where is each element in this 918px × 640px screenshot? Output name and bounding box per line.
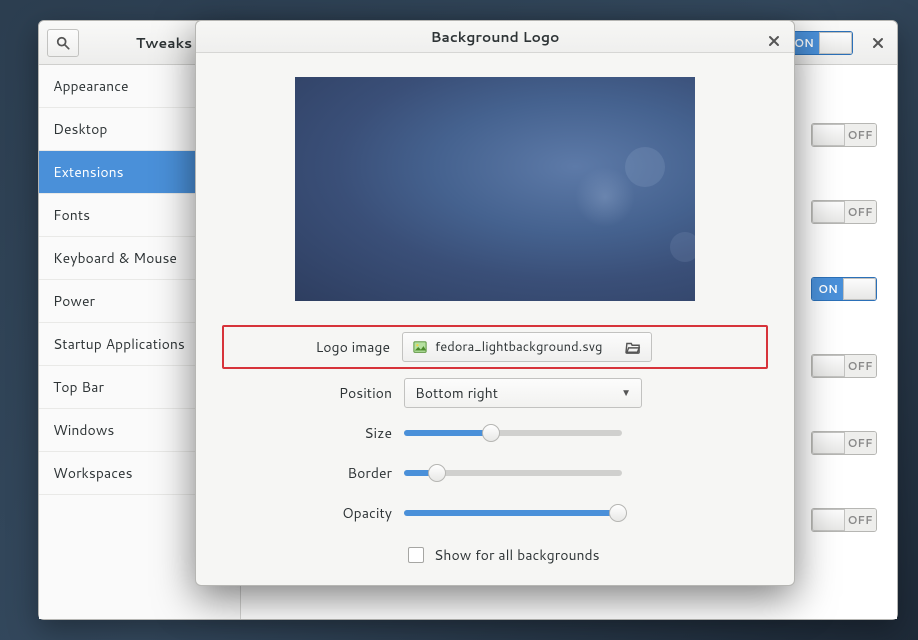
extension-row: [811, 277, 877, 301]
show-all-checkbox[interactable]: [408, 547, 424, 563]
extension-toggle[interactable]: [811, 508, 877, 532]
header-toggle[interactable]: [787, 31, 853, 55]
slider-thumb[interactable]: [482, 424, 500, 442]
extension-row: [811, 200, 877, 224]
opacity-label: Opacity: [222, 503, 392, 523]
size-slider[interactable]: [404, 430, 622, 436]
tweaks-close-button[interactable]: [867, 32, 889, 54]
extension-toggle[interactable]: [811, 200, 877, 224]
wallpaper-preview: [295, 77, 695, 301]
chevron-down-icon: ▼: [621, 386, 631, 400]
extension-toggle[interactable]: [811, 431, 877, 455]
logo-image-row-highlight: Logo image fedora_lightbackground.svg: [222, 325, 768, 369]
position-value: Bottom right: [415, 383, 498, 403]
border-slider[interactable]: [404, 470, 622, 476]
dialog-close-button[interactable]: [764, 31, 784, 51]
search-button[interactable]: [47, 29, 79, 57]
opacity-slider[interactable]: [404, 510, 622, 516]
extension-row: [811, 431, 877, 455]
search-icon: [56, 36, 70, 50]
logo-file-chooser[interactable]: fedora_lightbackground.svg: [402, 332, 652, 362]
close-icon: [768, 35, 780, 47]
extension-row: [811, 123, 877, 147]
extension-row: [811, 508, 877, 532]
position-combo[interactable]: Bottom right ▼: [404, 378, 642, 408]
slider-thumb[interactable]: [609, 504, 627, 522]
close-icon: [872, 37, 884, 49]
dialog-titlebar: Background Logo: [196, 21, 794, 53]
extension-toggle[interactable]: [811, 123, 877, 147]
image-file-icon: [413, 340, 427, 354]
logo-image-label: Logo image: [230, 337, 390, 357]
position-label: Position: [222, 383, 392, 403]
extension-row: [811, 354, 877, 378]
logo-file-name: fedora_lightbackground.svg: [435, 338, 603, 356]
size-label: Size: [222, 423, 392, 443]
slider-thumb[interactable]: [428, 464, 446, 482]
show-all-label: Show for all backgrounds: [434, 545, 600, 565]
extension-toggle[interactable]: [811, 277, 877, 301]
dialog-title: Background Logo: [431, 27, 560, 47]
border-label: Border: [222, 463, 392, 483]
background-logo-dialog: Background Logo Logo image fedora_lightb…: [195, 20, 795, 586]
open-file-icon: [625, 340, 641, 354]
extension-toggle[interactable]: [811, 354, 877, 378]
